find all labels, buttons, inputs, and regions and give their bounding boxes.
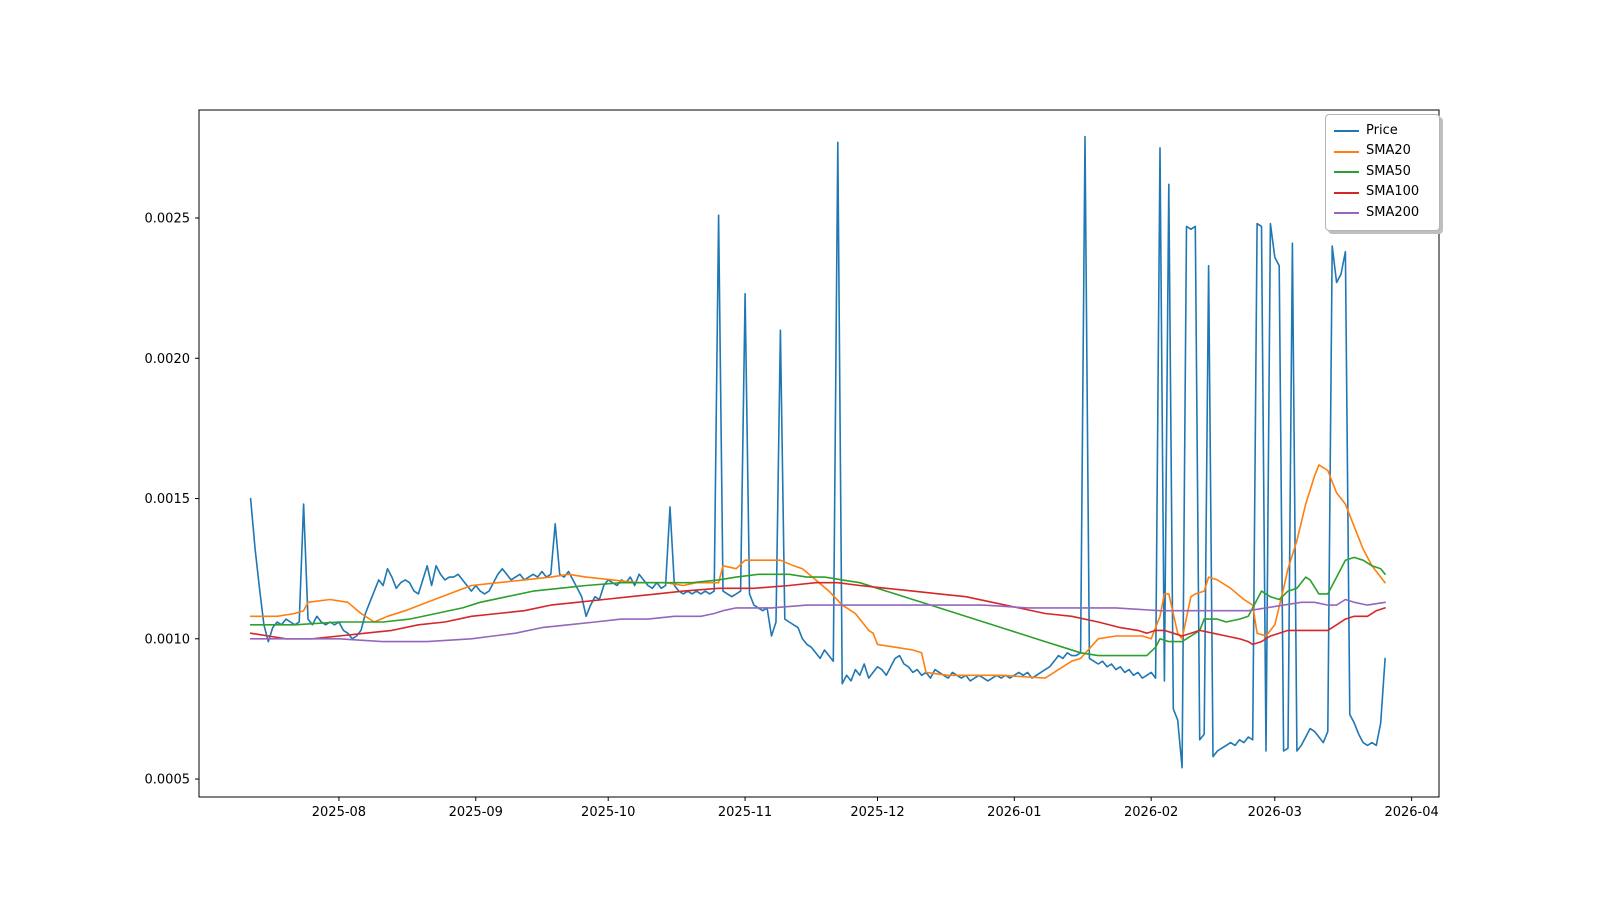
legend-label-price: Price	[1366, 122, 1398, 138]
y-tick-label-0.0010: 0.0010	[145, 632, 191, 647]
x-tick-label-2026-01: 2026-01	[987, 805, 1041, 820]
axis-tick-labels: 2025-08 2025-09 2025-10 2025-11 2025-12 2026-…	[145, 212, 1439, 820]
y-tick-label-0.0005: 0.0005	[145, 773, 191, 788]
series-lines	[249, 135, 1386, 769]
legend-label-sma200: SMA200	[1366, 204, 1420, 220]
price-line-sample	[1334, 130, 1359, 133]
x-tick-label-2025-08: 2025-08	[312, 805, 366, 820]
legend-item-sma20: SMA20	[1334, 142, 1430, 163]
legend-label-sma100: SMA100	[1366, 184, 1420, 200]
x-tick-label-2026-03: 2026-03	[1248, 805, 1302, 820]
x-tick-label-2025-12: 2025-12	[850, 805, 904, 820]
x-tick-label-2025-09: 2025-09	[449, 805, 503, 820]
sma50-line-sample	[1334, 171, 1359, 174]
series-line-sma200	[249, 598, 1386, 643]
legend-label-sma20: SMA20	[1366, 143, 1411, 159]
series-line-sma20	[249, 464, 1386, 679]
legend: Price SMA20 SMA50 SMA100 SMA200	[1325, 114, 1440, 231]
axis-ticks	[195, 217, 1413, 801]
legend-item-sma200: SMA200	[1334, 203, 1430, 224]
legend-item-sma50: SMA50	[1334, 162, 1430, 183]
legend-label-sma50: SMA50	[1366, 163, 1411, 179]
x-tick-label-2025-10: 2025-10	[581, 805, 635, 820]
legend-item-sma100: SMA100	[1334, 183, 1430, 204]
x-tick-label-2026-04: 2026-04	[1384, 805, 1438, 820]
sma100-line-sample	[1334, 191, 1359, 194]
series-line-sma100	[249, 581, 1386, 646]
y-tick-label-0.0020: 0.0020	[145, 352, 191, 367]
x-tick-label-2025-11: 2025-11	[718, 805, 772, 820]
series-line-price	[249, 135, 1386, 769]
figure: 2025-08 2025-09 2025-10 2025-11 2025-12 2026-…	[0, 0, 1600, 900]
sma200-line-sample	[1334, 212, 1359, 215]
y-tick-label-0.0025: 0.0025	[145, 212, 191, 227]
x-tick-label-2026-02: 2026-02	[1124, 805, 1178, 820]
sma20-line-sample	[1334, 150, 1359, 153]
legend-item-price: Price	[1334, 121, 1430, 142]
y-tick-label-0.0015: 0.0015	[145, 492, 191, 507]
